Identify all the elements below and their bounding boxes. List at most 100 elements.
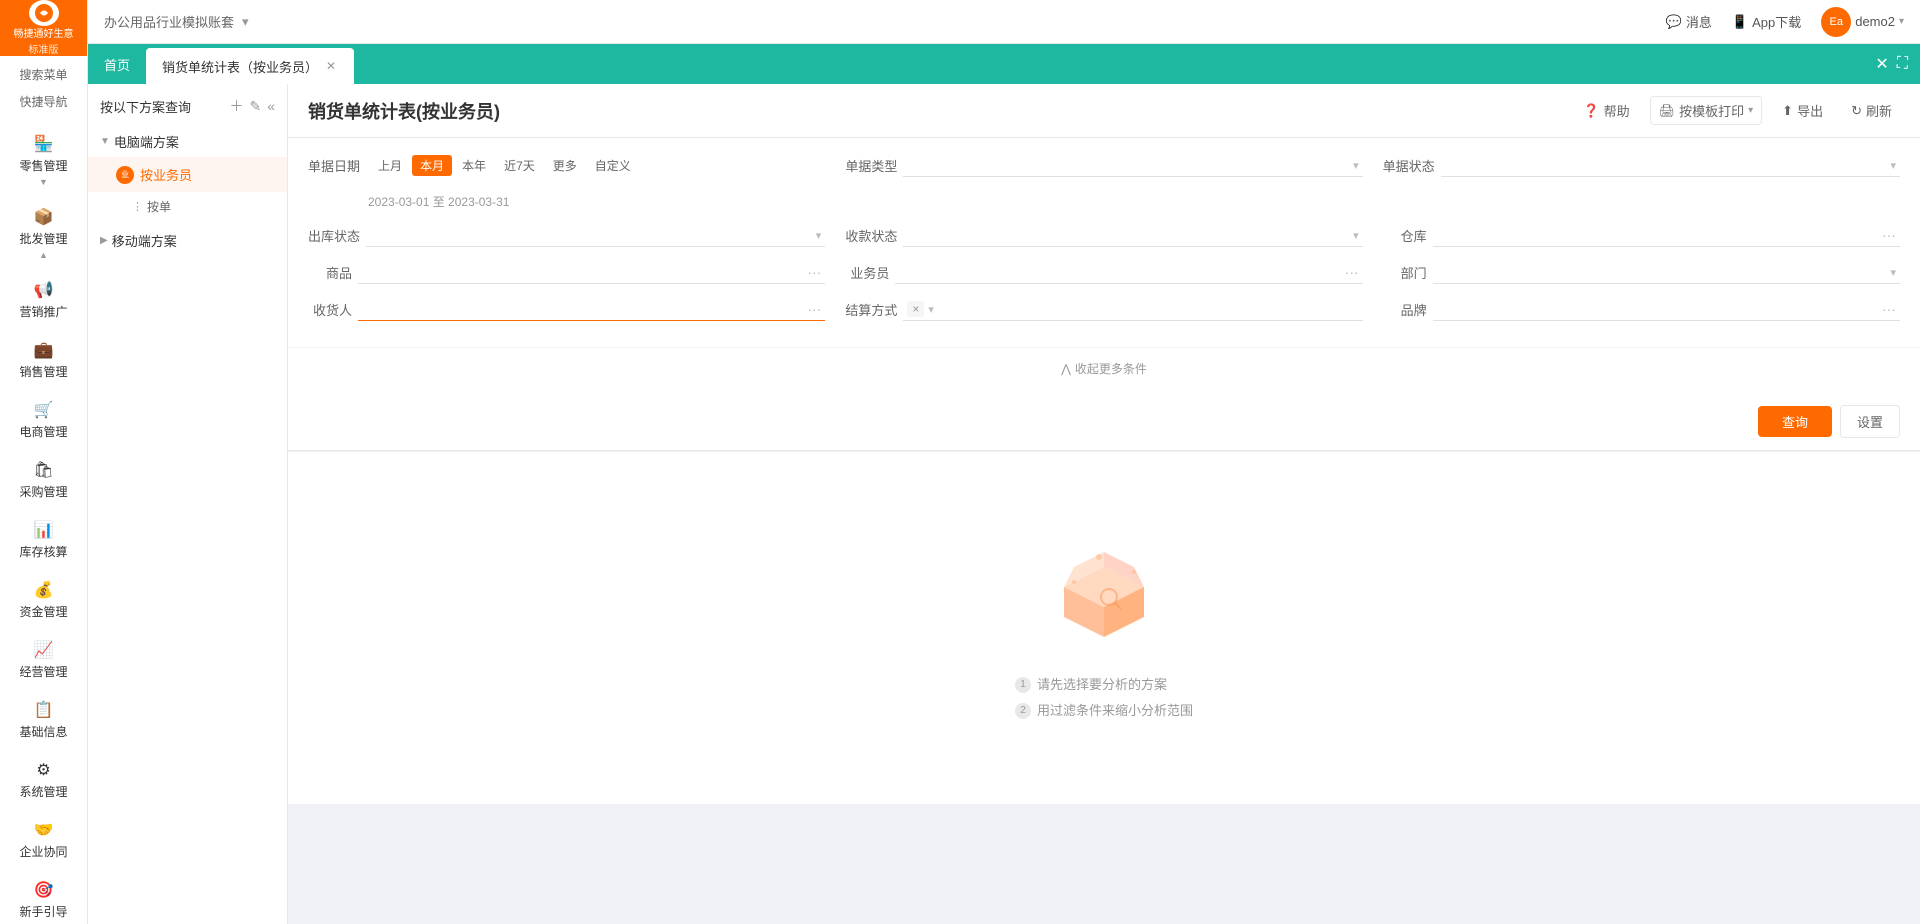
settle-tag-x-btn[interactable]: × (912, 302, 919, 316)
help-label: 帮助 (1604, 101, 1630, 120)
messages-icon: 💬 (1666, 14, 1682, 30)
salesperson-control[interactable]: ··· (895, 261, 1362, 284)
sidebar: 畅捷通好生意 标准版 搜索菜单 快捷导航 🏪 零售管理 ▼ 📦 批发管理 ▲ 📢… (0, 0, 88, 924)
date-btn-7days[interactable]: 近7天 (496, 155, 543, 176)
tab-close-icon[interactable]: ✕ (324, 57, 338, 75)
scheme-salesperson-label: 按业务员 (140, 165, 192, 184)
receiver-dots-icon[interactable]: ··· (807, 301, 821, 317)
logo-icon (29, 0, 59, 26)
salesperson-filter-item: 业务员 ··· (845, 261, 1362, 284)
user-avatar: Ea (1821, 7, 1851, 37)
out-status-control[interactable]: ▾ (366, 225, 825, 247)
add-scheme-icon[interactable]: ＋ (229, 96, 243, 116)
sidebar-item-inventory[interactable]: 📊 库存核算 (0, 510, 87, 570)
app-download-btn[interactable]: 📱 App下载 (1732, 12, 1801, 31)
sidebar-item-marketing[interactable]: 📢 营销推广 (0, 270, 87, 330)
goods-control[interactable]: ··· (358, 261, 825, 284)
sidebar-item-system[interactable]: ⚙ 系统管理 (0, 750, 87, 810)
sidebar-item-collab[interactable]: 🤝 企业协同 (0, 810, 87, 870)
tip-text-1: 请先选择要分析的方案 (1037, 672, 1167, 698)
brand-dots-icon[interactable]: ··· (1882, 301, 1896, 317)
tab-close-all-icon[interactable]: ✕ (1875, 54, 1888, 74)
settings-button[interactable]: 设置 (1840, 405, 1900, 438)
goods-dots-icon[interactable]: ··· (807, 264, 821, 280)
department-input[interactable] (1437, 265, 1887, 280)
warehouse-label: 仓库 (1383, 226, 1427, 245)
guide-icon: 🎯 (34, 880, 54, 900)
salesperson-input[interactable] (899, 265, 1340, 280)
collapse-panel-icon[interactable]: « (267, 98, 275, 114)
sidebar-item-wholesale-label: 批发管理 (19, 230, 67, 247)
settle-label: 结算方式 (845, 300, 897, 319)
sidebar-item-sales[interactable]: 💼 销售管理 (0, 330, 87, 390)
doc-status-label: 单据状态 (1383, 156, 1435, 175)
filter-row-1: 单据日期 上月 本月 本年 近7天 更多 自定义 (308, 152, 1900, 179)
warehouse-control[interactable]: ··· (1433, 224, 1900, 247)
receiver-control[interactable]: ··· (358, 298, 825, 321)
settle-tag: × (907, 301, 924, 317)
logo[interactable]: 畅捷通好生意 标准版 (0, 0, 88, 56)
doc-type-chevron-icon: ▾ (1353, 159, 1359, 172)
sidebar-item-purchase[interactable]: 🛍 采购管理 (0, 450, 87, 510)
search-menu-item[interactable]: 搜索菜单 (0, 56, 87, 89)
pay-status-input[interactable] (907, 228, 1349, 243)
help-btn[interactable]: ❓ 帮助 (1575, 97, 1637, 124)
export-btn[interactable]: ⬆ 导出 (1774, 97, 1831, 124)
out-status-input[interactable] (370, 228, 812, 243)
sidebar-item-basic[interactable]: 📋 基础信息 (0, 690, 87, 750)
doc-type-control[interactable]: ▾ (903, 155, 1362, 177)
date-btn-custom[interactable]: 自定义 (587, 155, 639, 176)
desktop-scheme-group-title[interactable]: ▼ 电脑端方案 (88, 126, 287, 157)
query-button[interactable]: 查询 (1758, 406, 1832, 437)
messages-btn[interactable]: 💬 消息 (1666, 12, 1712, 31)
brand-control[interactable]: ··· (1433, 298, 1900, 321)
sales-icon: 💼 (34, 340, 54, 360)
inventory-icon: 📊 (34, 520, 54, 540)
department-control[interactable]: ▾ (1433, 262, 1900, 284)
sidebar-item-ecommerce[interactable]: 🛒 电商管理 (0, 390, 87, 450)
export-label: 导出 (1797, 101, 1823, 120)
app-download-label: App下载 (1752, 12, 1801, 31)
scheme-item-by-salesperson[interactable]: 业 按业务员 (88, 157, 287, 192)
doc-type-filter-item: 单据类型 ▾ (845, 152, 1362, 179)
receiver-input[interactable] (362, 302, 803, 317)
page-header: 销货单统计表(按业务员) ❓ 帮助 🖨 按模板打印 ▾ ⬆ 导出 (288, 84, 1920, 138)
goods-input[interactable] (362, 265, 803, 280)
doc-type-input[interactable] (907, 158, 1349, 173)
topbar-dropdown-icon[interactable]: ▾ (242, 14, 249, 30)
edit-scheme-icon[interactable]: ✎ (249, 98, 261, 115)
empty-state: 1 请先选择要分析的方案 2 用过滤条件来缩小分析范围 (288, 452, 1920, 804)
date-btn-this-month[interactable]: 本月 (412, 155, 452, 176)
date-btn-more[interactable]: 更多 (545, 155, 585, 176)
print-btn[interactable]: 🖨 按模板打印 ▾ (1650, 96, 1763, 125)
filter-row-4: 收货人 ··· 结算方式 × (308, 298, 1900, 321)
settle-chevron-icon: ▾ (928, 303, 934, 316)
sidebar-item-collab-label: 企业协同 (19, 843, 67, 860)
operation-icon: 📈 (34, 640, 54, 660)
sidebar-item-wholesale[interactable]: 📦 批发管理 ▲ (0, 197, 87, 270)
sidebar-item-operation[interactable]: 📈 经营管理 (0, 630, 87, 690)
settle-control[interactable]: × ▾ (903, 298, 1362, 321)
sidebar-item-retail[interactable]: 🏪 零售管理 ▼ (0, 124, 87, 197)
mobile-group-arrow-icon: ▶ (100, 235, 108, 246)
mobile-scheme-group-title[interactable]: ▶ 移动端方案 (88, 225, 287, 256)
warehouse-dots-icon[interactable]: ··· (1882, 227, 1896, 243)
refresh-btn[interactable]: ↻ 刷新 (1843, 97, 1900, 124)
sidebar-item-guide[interactable]: 🎯 新手引导 (0, 870, 87, 924)
right-main: 销货单统计表(按业务员) ❓ 帮助 🖨 按模板打印 ▾ ⬆ 导出 (288, 84, 1920, 924)
tab-home[interactable]: 首页 (88, 44, 146, 84)
sidebar-item-system-label: 系统管理 (19, 783, 67, 800)
user-menu-btn[interactable]: Ea demo2 ▾ (1821, 7, 1904, 37)
doc-status-input[interactable] (1445, 158, 1887, 173)
tab-fullscreen-icon[interactable]: ⛶ (1897, 55, 1908, 73)
scheme-sub-item-by-order[interactable]: ⋮ 按单 (88, 192, 287, 221)
collapse-btn[interactable]: ⋀ 收起更多条件 (1045, 356, 1163, 381)
date-btn-last-month[interactable]: 上月 (370, 155, 410, 176)
quick-nav-item[interactable]: 快捷导航 (0, 89, 87, 116)
pay-status-control[interactable]: ▾ (903, 225, 1362, 247)
salesperson-dots-icon[interactable]: ··· (1345, 264, 1359, 280)
date-btn-this-year[interactable]: 本年 (454, 155, 494, 176)
tab-sales-stat[interactable]: 销货单统计表（按业务员） ✕ (146, 48, 354, 84)
doc-status-control[interactable]: ▾ (1441, 155, 1900, 177)
sidebar-item-finance[interactable]: 💰 资金管理 (0, 570, 87, 630)
